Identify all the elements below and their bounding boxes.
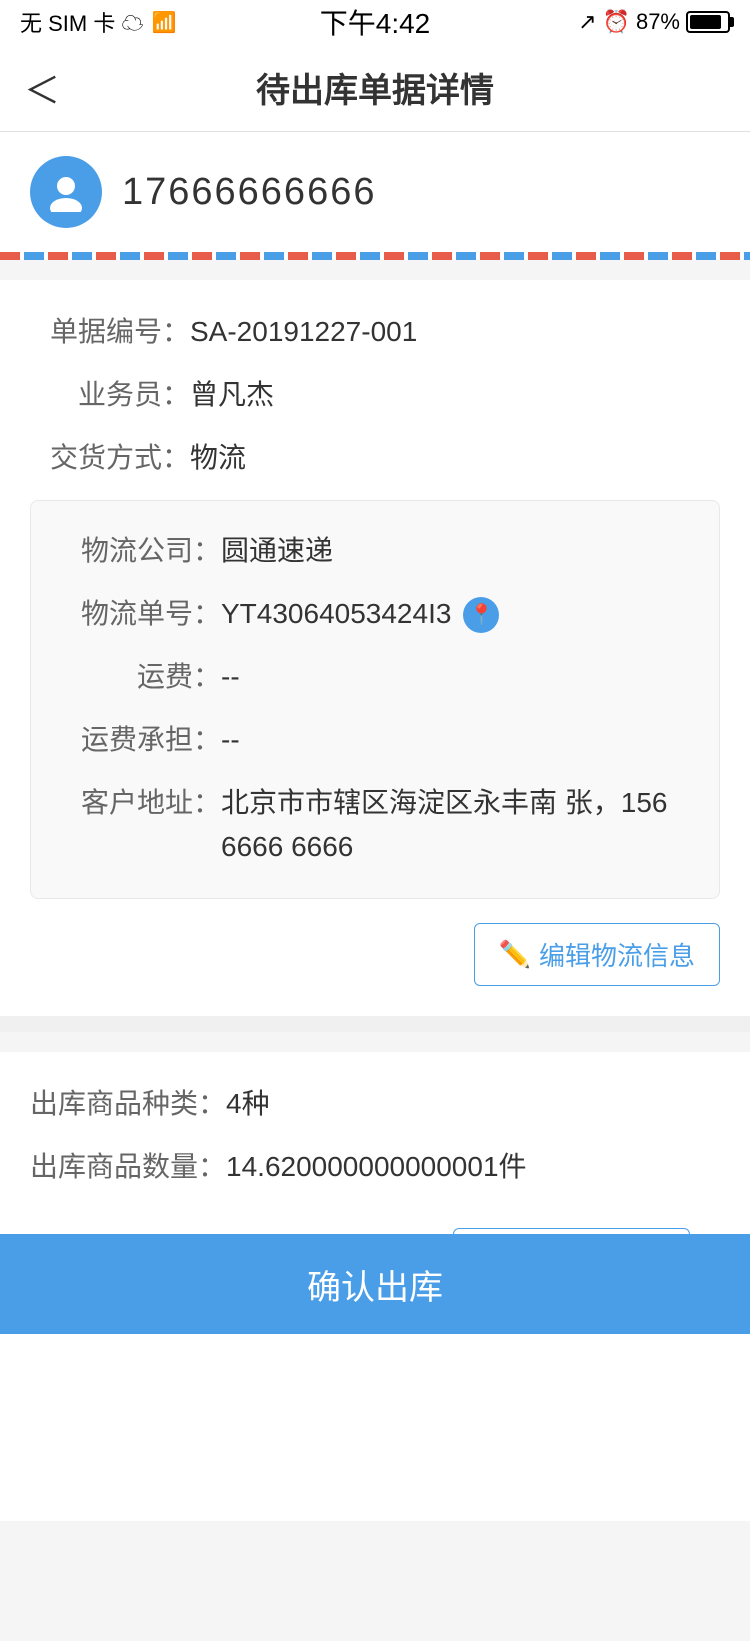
goods-quantity-row: 出库商品数量： 14.620000000000001件 [30, 1145, 720, 1190]
status-right: ↗ ⏰ 87% [578, 9, 730, 35]
doc-number-row: 单据编号： SA-20191227-001 [30, 310, 720, 355]
avatar [30, 156, 102, 228]
delivery-label: 交货方式： [30, 436, 190, 481]
sim-text: 无 SIM 卡 ☁ [20, 6, 143, 38]
map-pin-icon[interactable]: 📍 [463, 597, 499, 633]
goods-type-row: 出库商品种类： 4种 [30, 1082, 720, 1127]
battery-percent: 87% [636, 9, 680, 35]
edit-logistics-button[interactable]: ✏️ 编辑物流信息 [474, 923, 720, 986]
address-row: 客户地址： 北京市市辖区海淀区永丰南 张，156 6666 6666 [61, 781, 689, 871]
freight-payer-value: -- [221, 718, 689, 763]
goods-quantity-label: 出库商品数量： [30, 1145, 226, 1190]
wifi-icon: 📶 [151, 10, 176, 35]
order-info-section: 单据编号： SA-20191227-001 业务员： 曾凡杰 交货方式： 物流 … [0, 280, 750, 1016]
status-bar: 无 SIM 卡 ☁ 📶 下午4:42 ↗ ⏰ 87% [0, 0, 750, 44]
empty-area [0, 1321, 750, 1521]
customer-phone: 17666666666 [122, 171, 376, 214]
logistics-tracking-value: YT43064053424I3 📍 [221, 592, 689, 637]
goods-type-label: 出库商品种类： [30, 1082, 226, 1127]
status-left: 无 SIM 卡 ☁ 📶 [20, 6, 176, 38]
address-value: 北京市市辖区海淀区永丰南 张，156 6666 6666 [221, 781, 689, 871]
edit-logistics-container: ✏️ 编辑物流信息 [30, 923, 720, 986]
logistics-company-row: 物流公司： 圆通速递 [61, 529, 689, 574]
status-time: 下午4:42 [320, 2, 431, 42]
freight-label: 运费： [61, 655, 221, 700]
nav-bar: ＜ 待出库单据详情 [0, 44, 750, 132]
page-title: 待出库单据详情 [256, 63, 494, 112]
bottom-bar: 确认出库 [0, 1234, 750, 1334]
salesperson-row: 业务员： 曾凡杰 [30, 373, 720, 418]
doc-number-label: 单据编号： [30, 310, 190, 355]
delivery-value: 物流 [190, 436, 720, 481]
battery-icon [686, 11, 730, 33]
doc-number-value: SA-20191227-001 [190, 310, 720, 355]
logistics-card: 物流公司： 圆通速递 物流单号： YT43064053424I3 📍 运费： -… [30, 500, 720, 899]
content: 17666666666 单据编号： SA-20191227-001 业务员： 曾… [0, 132, 750, 1641]
logistics-tracking-row: 物流单号： YT43064053424I3 📍 [61, 592, 689, 637]
back-button[interactable]: ＜ [24, 62, 60, 114]
dashed-divider [0, 252, 750, 260]
salesperson-label: 业务员： [30, 373, 190, 418]
freight-row: 运费： -- [61, 655, 689, 700]
customer-header: 17666666666 [0, 132, 750, 252]
freight-value: -- [221, 655, 689, 700]
alarm-icon: ⏰ [603, 9, 630, 35]
logistics-company-value: 圆通速递 [221, 529, 689, 574]
address-label: 客户地址： [61, 781, 221, 826]
logistics-company-label: 物流公司： [61, 529, 221, 574]
goods-quantity-value: 14.620000000000001件 [226, 1145, 720, 1190]
salesperson-value: 曾凡杰 [190, 373, 720, 418]
gray-separator [0, 1016, 750, 1032]
freight-payer-row: 运费承担： -- [61, 718, 689, 763]
delivery-row: 交货方式： 物流 [30, 436, 720, 481]
goods-type-value: 4种 [226, 1082, 720, 1127]
edit-logistics-label: 编辑物流信息 [539, 936, 695, 973]
location-status-icon: ↗ [578, 9, 596, 35]
edit-icon: ✏️ [499, 939, 531, 970]
freight-payer-label: 运费承担： [61, 718, 221, 763]
confirm-button[interactable]: 确认出库 [0, 1260, 750, 1309]
logistics-tracking-label: 物流单号： [61, 592, 221, 637]
